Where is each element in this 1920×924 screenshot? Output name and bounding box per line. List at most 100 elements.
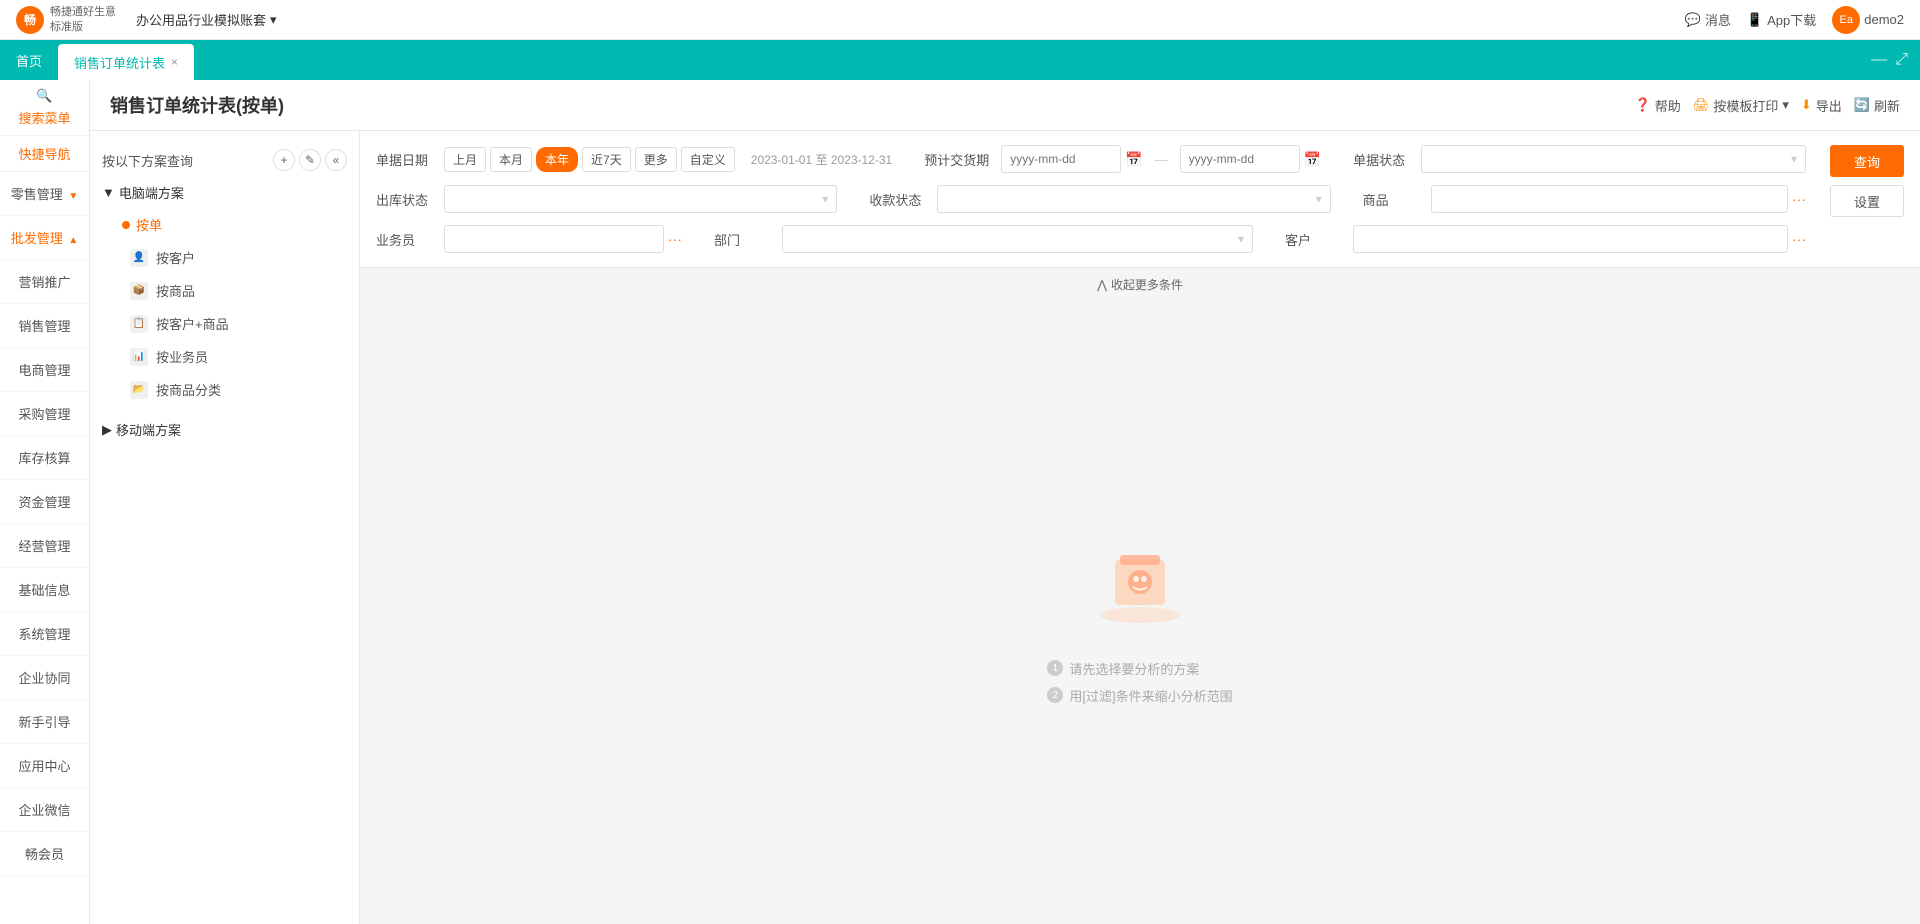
empty-svg [1080, 520, 1200, 640]
sidebar: 🔍 搜索菜单 快捷导航 零售管理 ▼ 批发管理 ▲ 营销推广 销售管理 电商管理… [0, 80, 90, 924]
sidebar-item-finance[interactable]: 资金管理 [0, 480, 89, 524]
help-btn[interactable]: ❓ 帮助 [1635, 96, 1681, 115]
logo-icon: 畅 [16, 6, 44, 34]
goods-category-scheme-icon: 📂 [130, 381, 148, 399]
app-selector[interactable]: 办公用品行业模拟账套 ▾ [136, 10, 277, 29]
tab-sales-order-stats[interactable]: 销售订单统计表 × [58, 44, 194, 80]
app-download-btn[interactable]: 📱 App下载 [1747, 10, 1816, 29]
goods-input[interactable] [1431, 185, 1788, 213]
sidebar-item-sales[interactable]: 销售管理 [0, 304, 89, 348]
setting-button[interactable]: 设置 [1830, 185, 1904, 217]
sidebar-item-inventory[interactable]: 库存核算 [0, 436, 89, 480]
doc-status-label: 单据状态 [1353, 150, 1409, 169]
refresh-icon: 🔄 [1854, 97, 1870, 113]
scheme-item-by-goods-category[interactable]: 📂 按商品分类 [90, 373, 359, 406]
logo-text: 畅捷通好生意 标准版 [50, 5, 116, 34]
sidebar-item-app-center[interactable]: 应用中心 [0, 744, 89, 788]
scheme-item-by-customer[interactable]: 👤 按客户 [90, 241, 359, 274]
salesperson-input[interactable] [444, 225, 664, 253]
tip-num-2: 2 [1047, 687, 1063, 703]
customer-goods-scheme-icon: 📋 [130, 315, 148, 333]
sidebar-item-wholesale[interactable]: 批发管理 ▲ [0, 216, 89, 260]
sidebar-item-retail[interactable]: 零售管理 ▼ [0, 172, 89, 216]
customer-label: 客户 [1285, 230, 1341, 249]
edit-scheme-btn[interactable]: ✎ [299, 149, 321, 171]
date-btn-this-month[interactable]: 本月 [490, 147, 532, 172]
export-btn[interactable]: ⬇ 导出 [1801, 96, 1842, 115]
print-btn[interactable]: 🖨 按模板打印 ▾ [1693, 96, 1789, 115]
sidebar-item-enterprise-collab[interactable]: 企业协同 [0, 656, 89, 700]
nav-tabs: 首页 销售订单统计表 × — ⤢ [0, 40, 1920, 80]
collapse-bar[interactable]: ⋀ 收起更多条件 [360, 268, 1920, 301]
scheme-item-by-goods[interactable]: 📦 按商品 [90, 274, 359, 307]
sidebar-item-vip[interactable]: 畅会员 [0, 832, 89, 876]
doc-status-dropdown-icon: ▾ [1791, 152, 1797, 166]
sidebar-item-operations[interactable]: 经营管理 [0, 524, 89, 568]
scheme-group-mobile-arrow-icon: ▶ [102, 422, 112, 438]
customer-scheme-icon: 👤 [130, 249, 148, 267]
sidebar-item-enterprise-wechat[interactable]: 企业微信 [0, 788, 89, 832]
sidebar-item-basic-info[interactable]: 基础信息 [0, 568, 89, 612]
sidebar-item-quick-nav[interactable]: 快捷导航 [0, 136, 89, 172]
date-btn-more[interactable]: 更多 [635, 147, 677, 172]
expected-date-from-input[interactable] [1001, 145, 1121, 173]
page-header-actions: ❓ 帮助 🖨 按模板打印 ▾ ⬇ 导出 🔄 刷新 [1635, 96, 1900, 127]
calendar-icon-2[interactable]: 📅 [1304, 151, 1321, 168]
delivery-dropdown-icon: ▾ [822, 192, 828, 206]
sidebar-item-search[interactable]: 🔍 搜索菜单 [0, 80, 89, 136]
date-btn-this-year[interactable]: 本年 [536, 147, 578, 172]
scheme-item-by-order[interactable]: 按单 [90, 208, 359, 241]
maximize-icon[interactable]: ⤢ [1895, 51, 1908, 69]
expected-date-to: 📅 [1180, 145, 1321, 173]
delivery-status-label: 出库状态 [376, 190, 432, 209]
scheme-item-by-salesperson[interactable]: 📊 按业务员 [90, 340, 359, 373]
date-btn-custom[interactable]: 自定义 [681, 147, 735, 172]
customer-input[interactable] [1353, 225, 1788, 253]
sidebar-item-system[interactable]: 系统管理 [0, 612, 89, 656]
empty-state: 1 请先选择要分析的方案 2 用[过滤]条件来缩小分析范围 [360, 301, 1920, 924]
nav-tab-actions: — ⤢ [1871, 51, 1920, 69]
user-menu[interactable]: Ea demo2 [1832, 6, 1904, 34]
sidebar-item-newbie[interactable]: 新手引导 [0, 700, 89, 744]
filter-area: 单据日期 上月 本月 本年 近7天 更多 自定义 2023-01-01 至 20… [360, 131, 1920, 268]
empty-tip-1: 1 请先选择要分析的方案 [1047, 659, 1232, 678]
tab-home[interactable]: 首页 [0, 40, 58, 80]
date-sep: — [1155, 152, 1168, 167]
goods-label: 商品 [1363, 190, 1419, 209]
expected-date-to-input[interactable] [1180, 145, 1300, 173]
doc-status-dropdown[interactable]: ▾ [1421, 145, 1806, 173]
calendar-icon[interactable]: 📅 [1125, 151, 1142, 168]
department-dropdown[interactable]: ▾ [782, 225, 1253, 253]
right-panel: 单据日期 上月 本月 本年 近7天 更多 自定义 2023-01-01 至 20… [360, 131, 1920, 924]
refresh-btn[interactable]: 🔄 刷新 [1854, 96, 1900, 115]
search-icon: 🔍 [36, 88, 52, 104]
chevron-down-icon: ▾ [270, 12, 277, 28]
customer-ellipsis-icon[interactable]: ··· [1792, 231, 1806, 247]
date-btn-last-month[interactable]: 上月 [444, 147, 486, 172]
salesperson-ellipsis-icon[interactable]: ··· [668, 231, 682, 247]
payment-dropdown-icon: ▾ [1316, 192, 1322, 206]
collapse-panel-btn[interactable]: « [325, 149, 347, 171]
empty-tips: 1 请先选择要分析的方案 2 用[过滤]条件来缩小分析范围 [1047, 659, 1232, 705]
delivery-status-dropdown[interactable]: ▾ [444, 185, 837, 213]
scheme-item-by-customer-goods[interactable]: 📋 按客户+商品 [90, 307, 359, 340]
message-btn[interactable]: 💬 消息 [1685, 10, 1731, 29]
close-tab-icon[interactable]: × [171, 55, 178, 69]
minimize-icon[interactable]: — [1871, 51, 1887, 69]
query-button[interactable]: 查询 [1830, 145, 1904, 177]
empty-illustration [1080, 520, 1200, 643]
scheme-group-pc[interactable]: ▼ 电脑端方案 [90, 177, 359, 208]
sidebar-item-marketing[interactable]: 营销推广 [0, 260, 89, 304]
date-btn-last-7-days[interactable]: 近7天 [582, 147, 631, 172]
goods-ellipsis-icon[interactable]: ··· [1792, 191, 1806, 207]
payment-status-dropdown[interactable]: ▾ [937, 185, 1330, 213]
sidebar-item-ecommerce[interactable]: 电商管理 [0, 348, 89, 392]
add-scheme-btn[interactable]: + [273, 149, 295, 171]
print-icon: 🖨 [1693, 97, 1710, 113]
sidebar-item-purchase[interactable]: 采购管理 [0, 392, 89, 436]
active-dot-icon [122, 221, 130, 229]
goods-scheme-icon: 📦 [130, 282, 148, 300]
department-label: 部门 [714, 230, 770, 249]
scheme-group-mobile[interactable]: ▶ 移动端方案 [90, 414, 359, 445]
left-panel-header: 按以下方案查询 + ✎ « [90, 143, 359, 177]
